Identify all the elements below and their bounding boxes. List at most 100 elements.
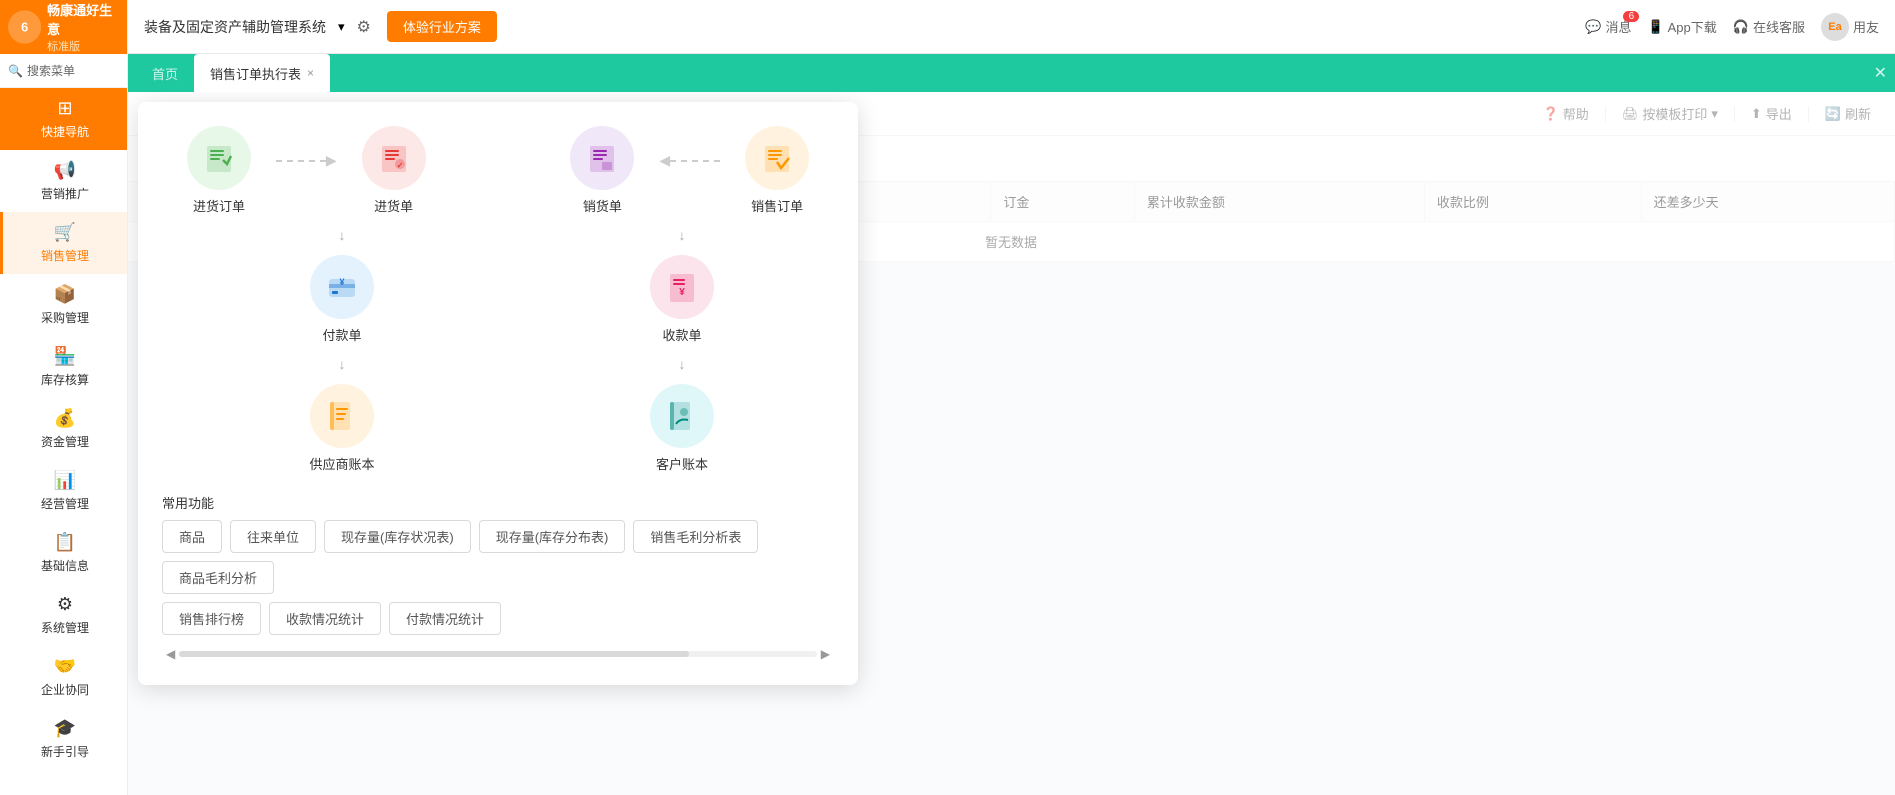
sidebar-item-purchase[interactable]: 📦 采购管理 <box>0 274 127 336</box>
enterprise-label: 企业协同 <box>41 681 89 698</box>
message-button[interactable]: 💬 消息 6 <box>1585 17 1631 36</box>
scroll-left-arrow[interactable]: ◀ <box>162 647 179 661</box>
tab-home[interactable]: 首页 <box>136 54 194 92</box>
flow-modal: 进货订单 ▶ <box>138 102 858 685</box>
inventory-icon: 🏪 <box>54 346 76 367</box>
online-service-label: 在线客服 <box>1753 17 1805 36</box>
flow-node-customer-ledger[interactable]: 客户账本 <box>622 384 742 473</box>
topbar-right: 💬 消息 6 📱 App下载 🎧 在线客服 Ea 用友 <box>1585 13 1879 41</box>
inventory-label: 库存核算 <box>41 371 89 388</box>
flow-node-purchase-order[interactable]: 进货订单 <box>162 126 276 215</box>
func-product[interactable]: 商品 <box>162 520 222 553</box>
flow-node-receipt[interactable]: ¥ 收款单 <box>622 255 742 344</box>
sidebar-item-marketing[interactable]: 📢 营销推广 <box>0 150 127 212</box>
system-icon: ⚙ <box>57 594 73 615</box>
sidebar-search[interactable]: 🔍 搜索菜单 <box>0 54 127 88</box>
down-arrow-sales <box>622 223 742 247</box>
common-functions-title: 常用功能 <box>162 493 834 512</box>
tutorial-label: 新手引导 <box>41 743 89 760</box>
scroll-right-arrow[interactable]: ▶ <box>817 647 834 661</box>
system-label: 系统管理 <box>41 619 89 636</box>
sales-order-icon <box>761 142 793 174</box>
sidebar-item-quick-nav[interactable]: ⊞ 快捷导航 <box>0 88 127 150</box>
scroll-track <box>179 651 817 657</box>
sidebar-item-inventory[interactable]: 🏪 库存核算 <box>0 336 127 398</box>
sidebar-logo: 6 畅康通好生意 标准版 <box>0 0 127 54</box>
marketing-icon: 📢 <box>54 160 76 181</box>
svg-text:¥: ¥ <box>339 277 344 287</box>
func-related-unit[interactable]: 往来单位 <box>230 520 316 553</box>
func-stock-status[interactable]: 现存量(库存状况表) <box>324 520 471 553</box>
flow-row-3: 供应商账本 <box>162 384 834 473</box>
sidebar-item-system[interactable]: ⚙ 系统管理 <box>0 584 127 646</box>
operations-label: 经营管理 <box>41 495 89 512</box>
purchase-icon: 📦 <box>54 284 76 305</box>
payment-label: 付款单 <box>322 325 361 344</box>
trial-button[interactable]: 体验行业方案 <box>387 11 497 42</box>
payment-circle: ¥ <box>310 255 374 319</box>
scroll-thumb <box>179 651 689 657</box>
flow-row-arrows <box>162 223 834 247</box>
flow-row-arrows-2 <box>162 352 834 376</box>
finance-label: 资金管理 <box>41 433 89 450</box>
sidebar-item-sales[interactable]: 🛒 销售管理 <box>0 212 127 274</box>
sidebar-item-basic-info[interactable]: 📋 基础信息 <box>0 522 127 584</box>
online-service-button[interactable]: 🎧 在线客服 <box>1733 17 1805 36</box>
sales-order-label: 销售订单 <box>751 196 803 215</box>
user-avatar: Ea <box>1821 13 1849 41</box>
arrow-2: ◀ <box>659 152 720 189</box>
sidebar-item-tutorial[interactable]: 🎓 新手引导 <box>0 708 127 770</box>
quick-nav-label: 快捷导航 <box>41 123 89 140</box>
supplier-ledger-icon <box>326 400 358 432</box>
func-row-2: 销售排行榜 收款情况统计 付款情况统计 <box>162 602 834 635</box>
tab-sales-execution[interactable]: 销售订单执行表 × <box>194 54 330 92</box>
settings-icon[interactable]: ⚙ <box>357 17 371 37</box>
system-dropdown[interactable]: ▾ <box>338 19 345 35</box>
flow-row-1: 进货订单 ▶ <box>162 126 834 215</box>
app-download-button[interactable]: 📱 App下载 <box>1647 17 1716 36</box>
tabs-bar: 首页 销售订单执行表 × ✕ <box>128 54 1895 92</box>
sidebar-item-enterprise[interactable]: 🤝 企业协同 <box>0 646 127 708</box>
search-icon: 🔍 <box>8 64 23 78</box>
basic-info-icon: 📋 <box>54 532 76 553</box>
flow-node-supplier-ledger[interactable]: 供应商账本 <box>282 384 402 473</box>
sales-label: 销售管理 <box>41 247 89 264</box>
finance-icon: 💰 <box>54 408 76 429</box>
func-receipt-stats[interactable]: 收款情况统计 <box>269 602 381 635</box>
customer-ledger-icon <box>666 400 698 432</box>
func-sales-rank[interactable]: 销售排行榜 <box>162 602 261 635</box>
flow-node-sales-order[interactable]: 销售订单 <box>720 126 834 215</box>
sales-icon: 🛒 <box>54 222 76 243</box>
app-download-label: App下载 <box>1668 17 1717 36</box>
func-payment-stats[interactable]: 付款情况统计 <box>389 602 501 635</box>
sidebar-item-finance[interactable]: 💰 资金管理 <box>0 398 127 460</box>
user-menu[interactable]: Ea 用友 <box>1821 13 1879 41</box>
customer-ledger-circle <box>650 384 714 448</box>
flow-node-purchase-bill[interactable]: ✓ 进货单 <box>337 126 451 215</box>
func-product-profit[interactable]: 商品毛利分析 <box>162 561 274 594</box>
down-arrow-receipt <box>622 352 742 376</box>
sidebar-item-operations[interactable]: 📊 经营管理 <box>0 460 127 522</box>
purchase-order-icon <box>203 142 235 174</box>
svg-text:6: 6 <box>21 20 28 35</box>
func-sales-profit[interactable]: 销售毛利分析表 <box>633 520 758 553</box>
tab-close-icon[interactable]: × <box>307 66 314 80</box>
func-row-1: 商品 往来单位 现存量(库存状况表) 现存量(库存分布表) 销售毛利分析表 商品… <box>162 520 834 594</box>
close-all-tabs-button[interactable]: ✕ <box>1874 63 1887 83</box>
flow-row-2: ¥ 付款单 <box>162 255 834 344</box>
down-arrow-payment <box>282 352 402 376</box>
sidebar: 6 畅康通好生意 标准版 🔍 搜索菜单 ⊞ 快捷导航 📢 营销推广 🛒 销售管理 <box>0 0 128 795</box>
system-title: 装备及固定资产辅助管理系统 <box>144 17 326 37</box>
purchase-bill-icon: ✓ <box>378 142 410 174</box>
receipt-circle: ¥ <box>650 255 714 319</box>
user-name: 用友 <box>1853 17 1879 36</box>
tab-sales-execution-label: 销售订单执行表 <box>210 64 301 83</box>
func-stock-dist[interactable]: 现存量(库存分布表) <box>479 520 626 553</box>
sales-bill-icon <box>586 142 618 174</box>
download-icon: 📱 <box>1647 19 1663 35</box>
receipt-icon: ¥ <box>666 271 698 303</box>
modal-overlay: 进货订单 ▶ <box>128 92 1895 795</box>
flow-node-sales-bill[interactable]: 销货单 <box>545 126 659 215</box>
flow-node-payment[interactable]: ¥ 付款单 <box>282 255 402 344</box>
dropdown-arrow-icon: ▾ <box>338 19 345 35</box>
